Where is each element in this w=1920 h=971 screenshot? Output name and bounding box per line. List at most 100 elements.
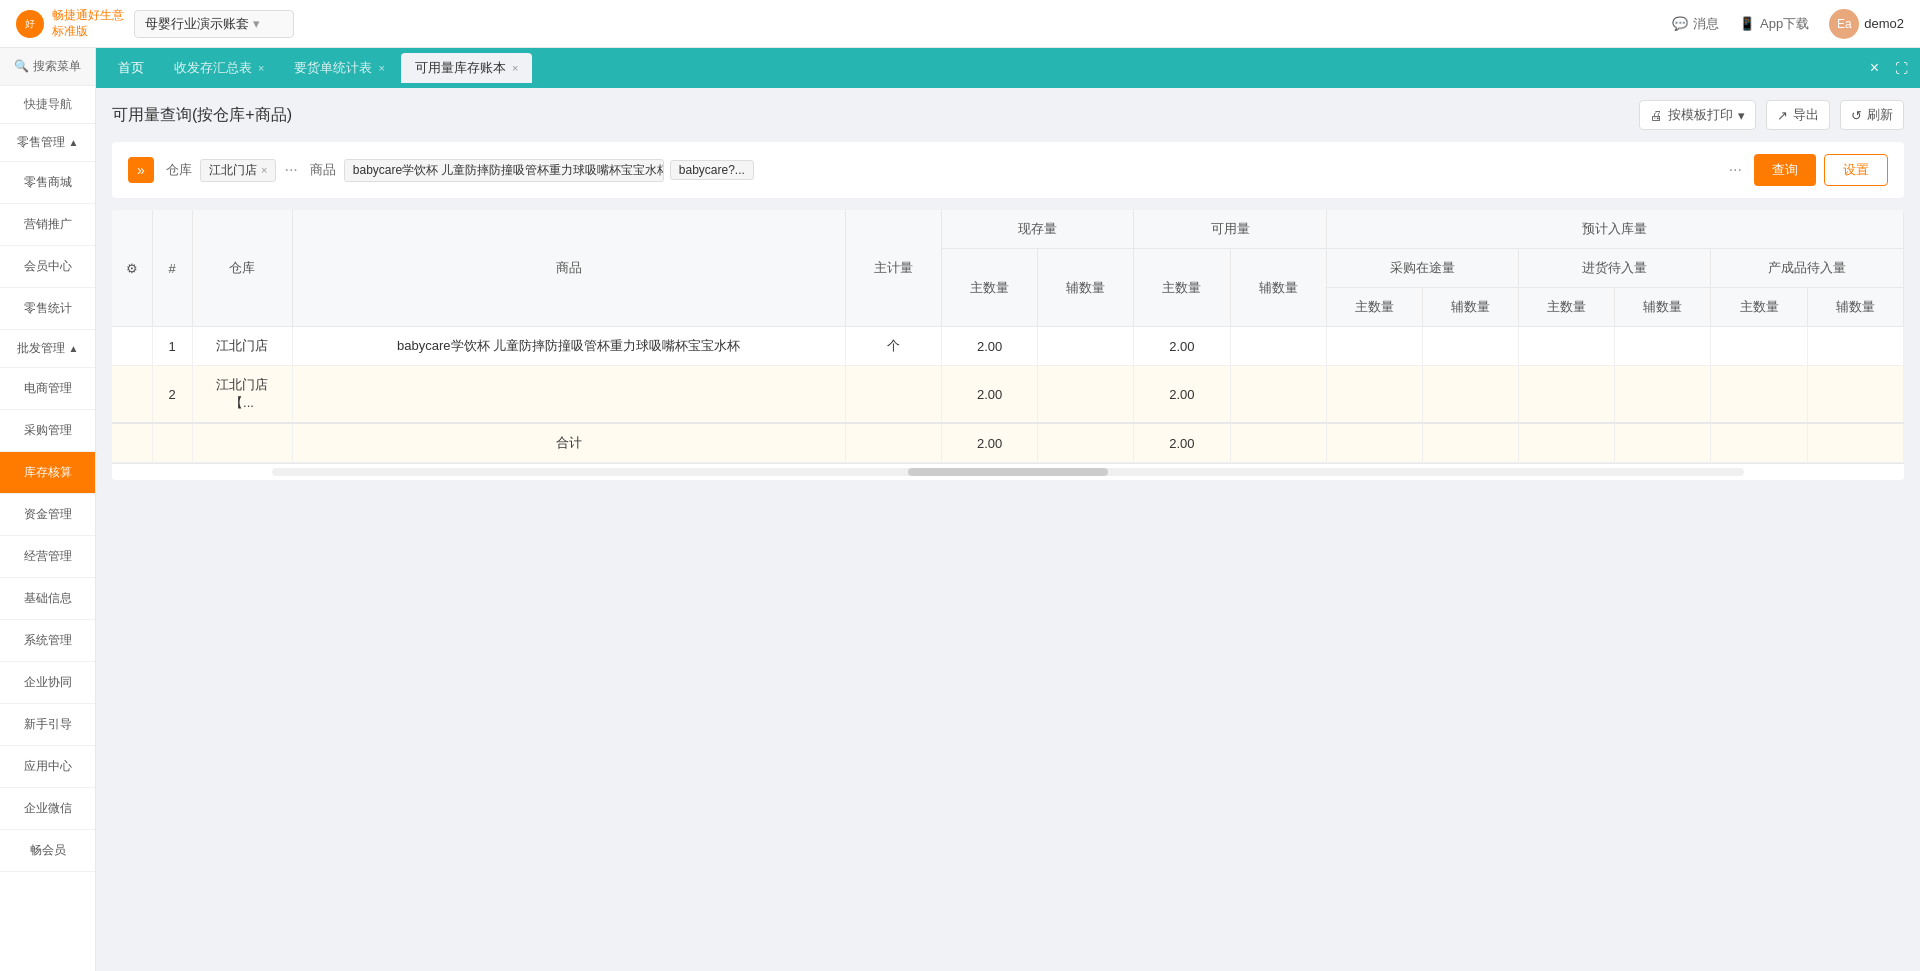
- row2-settings: [112, 366, 152, 424]
- th-forecast-group: 预计入库量: [1326, 210, 1903, 249]
- sidebar-item-enterprise-collab[interactable]: 企业协同: [0, 662, 95, 704]
- sidebar-item-wholesale-mgmt[interactable]: 批发管理 ▲: [0, 330, 95, 368]
- row2-purchase-aux: [1422, 366, 1518, 424]
- sidebar-item-operations[interactable]: 经营管理: [0, 536, 95, 578]
- product-ellipsis[interactable]: ···: [1729, 161, 1742, 179]
- warehouse-ellipsis[interactable]: ···: [284, 161, 297, 179]
- app-download-btn[interactable]: 📱 App下载: [1739, 15, 1809, 33]
- row2-stock-aux: [1038, 366, 1134, 424]
- tab-order-stats[interactable]: 要货单统计表 ×: [280, 53, 398, 83]
- row2-incoming-aux: [1615, 366, 1711, 424]
- remove-warehouse-tag[interactable]: ×: [261, 164, 267, 176]
- industry-select[interactable]: 母婴行业演示账套 ▾: [134, 10, 294, 38]
- summary-purchase-aux: [1422, 423, 1518, 463]
- row1-available-main: 2.00: [1134, 327, 1230, 366]
- th-incoming-group: 进货待入量: [1519, 249, 1711, 288]
- summary-empty-3: [192, 423, 292, 463]
- product-tags: babycare学饮杯 儿童防摔防撞吸管杯重力球吸嘴杯宝宝水杯 × babyca…: [344, 159, 1721, 182]
- sidebar-item-basic-info[interactable]: 基础信息: [0, 578, 95, 620]
- th-product: 商品: [292, 210, 845, 327]
- filter-expand-btn[interactable]: »: [128, 157, 154, 183]
- scroll-track[interactable]: [272, 468, 1744, 476]
- warehouse-tags: 江北门店 ×: [200, 159, 276, 182]
- filter-actions: 查询 设置: [1754, 154, 1888, 186]
- user-profile[interactable]: Ea demo2: [1829, 9, 1904, 39]
- summary-production-aux: [1807, 423, 1903, 463]
- row1-purchase-main: [1326, 327, 1422, 366]
- tab-home[interactable]: 首页: [104, 53, 158, 83]
- row2-unit: [845, 366, 941, 424]
- quick-nav[interactable]: 快捷导航: [0, 86, 95, 124]
- warehouse-tag-jiangbei[interactable]: 江北门店 ×: [200, 159, 276, 182]
- sidebar-item-finance[interactable]: 资金管理: [0, 494, 95, 536]
- th-stock-main: 主数量: [941, 249, 1037, 327]
- sidebar-item-retail-stats[interactable]: 零售统计: [0, 288, 95, 330]
- row1-num: 1: [152, 327, 192, 366]
- tab-available-stock[interactable]: 可用量库存账本 ×: [401, 53, 532, 83]
- sidebar-item-new-guide[interactable]: 新手引导: [0, 704, 95, 746]
- sidebar-item-member-center[interactable]: 会员中心: [0, 246, 95, 288]
- warehouse-label: 仓库: [166, 161, 192, 179]
- sidebar-item-member[interactable]: 畅会员: [0, 830, 95, 872]
- page-actions: 🖨 按模板打印 ▾ ↗ 导出 ↺ 刷新: [1639, 100, 1904, 130]
- product-tag-1[interactable]: babycare学饮杯 儿童防摔防撞吸管杯重力球吸嘴杯宝宝水杯 ×: [344, 159, 664, 182]
- row2-warehouse: 江北门店【...: [192, 366, 292, 424]
- th-num: #: [152, 210, 192, 327]
- sidebar-item-enterprise-wechat[interactable]: 企业微信: [0, 788, 95, 830]
- chevron-down-icon: ▾: [253, 16, 260, 31]
- sidebar-item-system-mgmt[interactable]: 系统管理: [0, 620, 95, 662]
- th-purchase-main: 主数量: [1326, 288, 1422, 327]
- summary-stock-aux: [1038, 423, 1134, 463]
- product-filter-group: 商品 babycare学饮杯 儿童防摔防撞吸管杯重力球吸嘴杯宝宝水杯 × bab…: [310, 159, 1742, 182]
- row1-production-main: [1711, 327, 1807, 366]
- row1-stock-main: 2.00: [941, 327, 1037, 366]
- product-tag-2[interactable]: babycare?...: [670, 160, 754, 180]
- table-wrapper: ⚙ # 仓库 商品 主计量 现存量 可用量 预计入库量 主数量 辅数量: [112, 210, 1904, 463]
- page-header: 可用量查询(按仓库+商品) 🖨 按模板打印 ▾ ↗ 导出 ↺ 刷新: [112, 100, 1904, 130]
- th-available-main: 主数量: [1134, 249, 1230, 327]
- row2-production-main: [1711, 366, 1807, 424]
- sidebar-item-inventory[interactable]: 库存核算: [0, 452, 95, 494]
- table-row: 1 江北门店 babycare学饮杯 儿童防摔防撞吸管杯重力球吸嘴杯宝宝水杯 个…: [112, 327, 1904, 366]
- message-btn[interactable]: 💬 消息: [1672, 15, 1719, 33]
- th-incoming-aux: 辅数量: [1615, 288, 1711, 327]
- row1-incoming-main: [1519, 327, 1615, 366]
- scroll-thumb[interactable]: [908, 468, 1108, 476]
- tab-close-receive-pay[interactable]: ×: [258, 62, 264, 74]
- tab-expand[interactable]: ⛶: [1891, 57, 1912, 80]
- summary-purchase-main: [1326, 423, 1422, 463]
- row1-purchase-aux: [1422, 327, 1518, 366]
- tab-close-available-stock[interactable]: ×: [512, 62, 518, 74]
- query-btn[interactable]: 查询: [1754, 154, 1816, 186]
- row1-product: babycare学饮杯 儿童防摔防撞吸管杯重力球吸嘴杯宝宝水杯: [292, 327, 845, 366]
- avatar: Ea: [1829, 9, 1859, 39]
- print-btn[interactable]: 🖨 按模板打印 ▾: [1639, 100, 1756, 130]
- sidebar-item-retail-store[interactable]: 零售商城: [0, 162, 95, 204]
- th-production-group: 产成品待入量: [1711, 249, 1904, 288]
- setting-btn[interactable]: 设置: [1824, 154, 1888, 186]
- tab-close-all[interactable]: ×: [1866, 55, 1883, 81]
- th-purchase-group: 采购在途量: [1326, 249, 1518, 288]
- top-bar: 好 畅捷通好生意 标准版 母婴行业演示账套 ▾ 💬 消息 📱 App下载 Ea …: [0, 0, 1920, 48]
- app-icon: 📱: [1739, 16, 1755, 31]
- summary-available-aux: [1230, 423, 1326, 463]
- th-purchase-aux: 辅数量: [1422, 288, 1518, 327]
- table-container: ⚙ # 仓库 商品 主计量 现存量 可用量 预计入库量 主数量 辅数量: [112, 210, 1904, 480]
- th-settings[interactable]: ⚙: [112, 210, 152, 327]
- sidebar-search[interactable]: 🔍 搜索菜单: [0, 48, 95, 86]
- th-available-aux: 辅数量: [1230, 249, 1326, 327]
- sidebar-item-purchase[interactable]: 采购管理: [0, 410, 95, 452]
- sidebar-item-app-center[interactable]: 应用中心: [0, 746, 95, 788]
- message-icon: 💬: [1672, 16, 1688, 31]
- sidebar-item-ecommerce[interactable]: 电商管理: [0, 368, 95, 410]
- user-name: demo2: [1864, 16, 1904, 31]
- warehouse-filter-group: 仓库 江北门店 × ···: [166, 159, 298, 182]
- sidebar-item-marketing[interactable]: 营销推广: [0, 204, 95, 246]
- row1-unit: 个: [845, 327, 941, 366]
- refresh-btn[interactable]: ↺ 刷新: [1840, 100, 1904, 130]
- tab-close-order-stats[interactable]: ×: [378, 62, 384, 74]
- row1-incoming-aux: [1615, 327, 1711, 366]
- export-btn[interactable]: ↗ 导出: [1766, 100, 1830, 130]
- sidebar-item-retail-mgmt[interactable]: 零售管理 ▲: [0, 124, 95, 162]
- tab-receive-pay[interactable]: 收发存汇总表 ×: [160, 53, 278, 83]
